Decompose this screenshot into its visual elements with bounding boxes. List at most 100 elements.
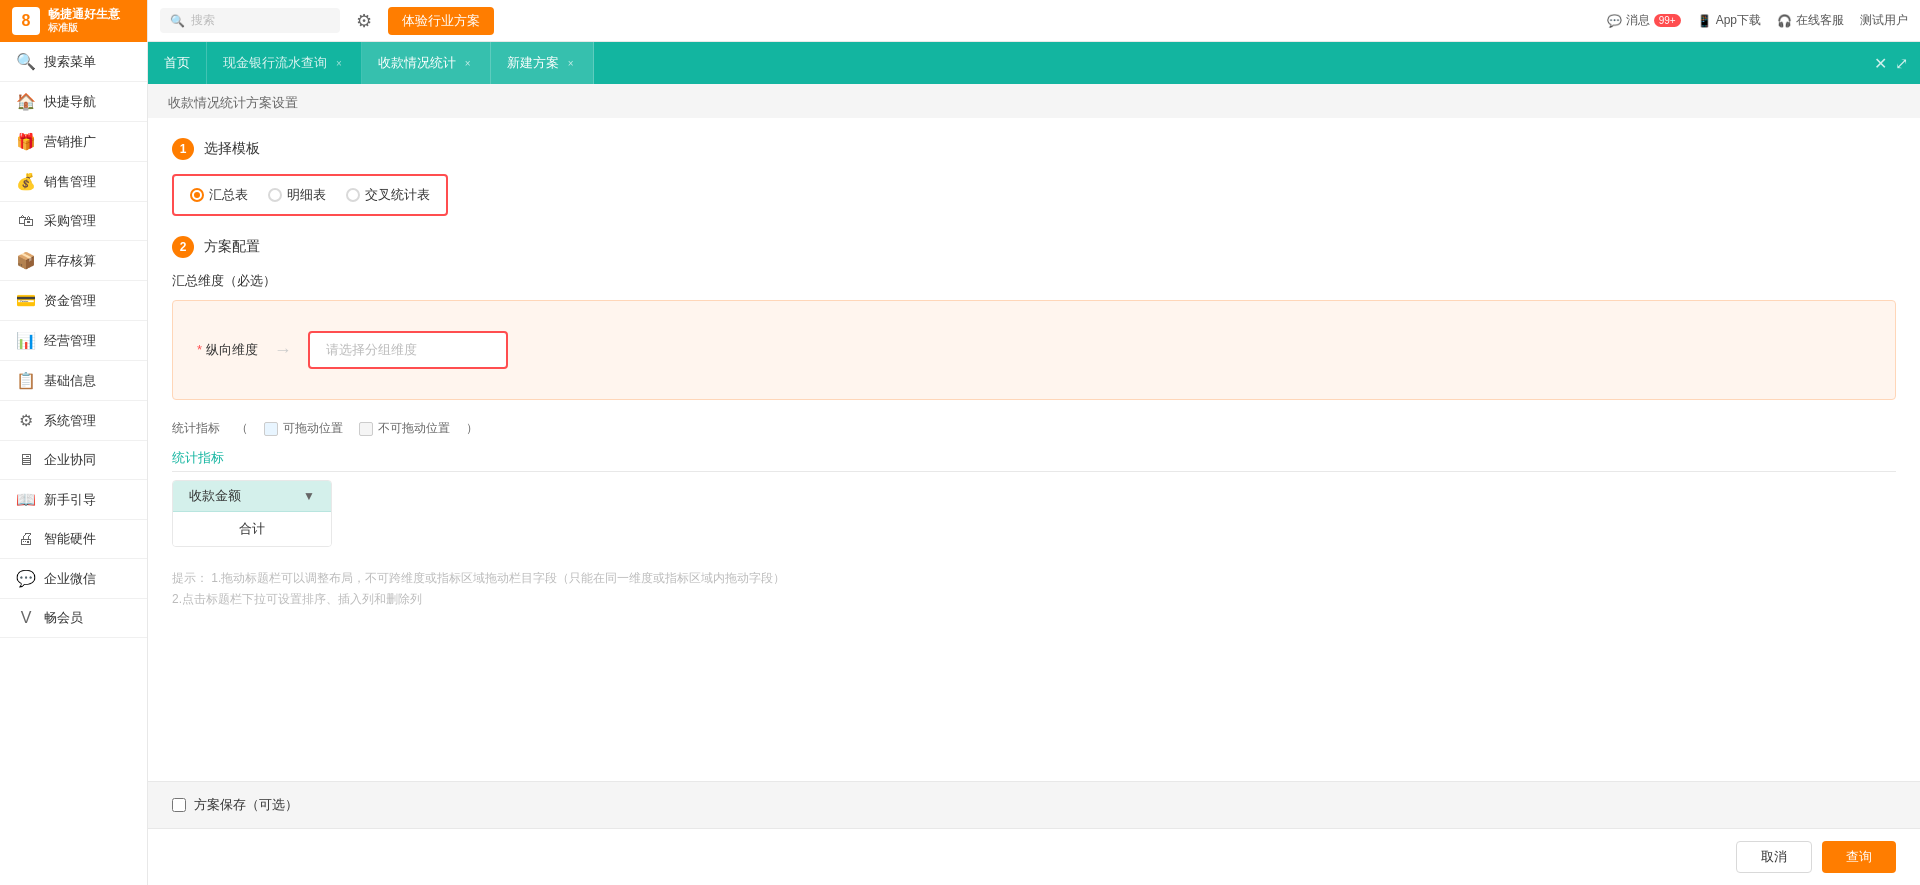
tab-collection[interactable]: 收款情况统计 × [362,42,491,84]
sidebar-item-collab[interactable]: 🖥 企业协同 [0,441,147,480]
step2-number: 2 [172,236,194,258]
save-checkbox[interactable] [172,798,186,812]
sidebar-item-marketing[interactable]: 🎁 营销推广 [0,122,147,162]
topbar-actions: 💬 消息 99+ 📱 App下载 🎧 在线客服 测试用户 [1607,12,1908,29]
sidebar-logo: 8 畅捷通好生意 标准版 [0,0,147,42]
save-section: 方案保存（可选） [148,781,1920,828]
industry-button[interactable]: 体验行业方案 [388,7,494,35]
step1-header: 1 选择模板 [172,138,1896,160]
step2-section: 2 方案配置 汇总维度（必选） * 纵向维度 → 请选择分组维度 [172,236,1896,608]
dimension-area: * 纵向维度 → 请选择分组维度 [172,300,1896,400]
member-icon: V [16,609,36,627]
metrics-section-title: 统计指标 [172,449,1896,472]
step1-title: 选择模板 [204,140,260,158]
dimension-selector[interactable]: 请选择分组维度 [308,331,508,369]
sidebar-item-nav[interactable]: 🏠 快捷导航 [0,82,147,122]
metrics-table: 收款金额 ▼ 合计 [172,480,332,547]
dimension-arrow-icon: → [274,340,292,361]
metrics-legend-title: 统计指标 [172,420,220,437]
tab-close-icon[interactable]: ✕ [1874,54,1887,73]
search-bar[interactable]: 🔍 搜索 [160,8,340,33]
tab-cash-flow[interactable]: 现金银行流水查询 × [207,42,362,84]
radio-cross-circle [346,188,360,202]
search-icon: 🔍 [16,52,36,71]
search-placeholder: 搜索 [191,12,215,29]
basic-icon: 📋 [16,371,36,390]
navtabs: 首页 现金银行流水查询 × 收款情况统计 × 新建方案 × ✕ ⤢ [148,42,1920,84]
guide-icon: 📖 [16,490,36,509]
metrics-section: 统计指标（ 可拖动位置 不可拖动位置 ） 统计指标 收款金额 [172,420,1896,550]
sidebar-item-label: 采购管理 [44,212,96,230]
legend-fixed: 不可拖动位置 [359,420,450,437]
collab-icon: 🖥 [16,451,36,469]
gift-icon: 🎁 [16,132,36,151]
step2-header: 2 方案配置 [172,236,1896,258]
sidebar-item-system[interactable]: ⚙ 系统管理 [0,401,147,441]
finance-icon: 💳 [16,291,36,310]
sidebar-item-label: 企业协同 [44,451,96,469]
tab-new-plan-close[interactable]: × [565,57,577,70]
sidebar-item-hardware[interactable]: 🖨 智能硬件 [0,520,147,559]
service-action[interactable]: 🎧 在线客服 [1777,12,1844,29]
settings-icon[interactable]: ⚙ [356,10,372,32]
sidebar-item-label: 快捷导航 [44,93,96,111]
content-area: 收款情况统计方案设置 1 选择模板 汇总表 [148,84,1920,885]
query-button[interactable]: 查询 [1822,841,1896,873]
tab-expand-icon[interactable]: ⤢ [1895,54,1908,73]
radio-detail-label: 明细表 [287,186,326,204]
logo-icon: 8 [12,7,40,35]
tab-home-label: 首页 [164,54,190,72]
legend-draggable-label: 可拖动位置 [283,420,343,437]
sidebar-item-label: 畅会员 [44,609,83,627]
message-icon: 💬 [1607,14,1622,28]
sidebar-item-label: 系统管理 [44,412,96,430]
tab-cash-flow-close[interactable]: × [333,57,345,70]
download-action[interactable]: 📱 App下载 [1697,12,1761,29]
tab-collection-close[interactable]: × [462,57,474,70]
dimension-placeholder: 请选择分组维度 [326,342,417,357]
sidebar-item-basic[interactable]: 📋 基础信息 [0,361,147,401]
sidebar-item-finance[interactable]: 💳 资金管理 [0,281,147,321]
tab-new-plan[interactable]: 新建方案 × [491,42,594,84]
metrics-dropdown-icon[interactable]: ▼ [303,489,315,503]
bottom-bar: 取消 查询 [148,828,1920,885]
logo-name: 畅捷通好生意 [48,7,120,21]
radio-detail-circle [268,188,282,202]
sidebar-item-sales[interactable]: 💰 销售管理 [0,162,147,202]
sidebar-item-wechat[interactable]: 💬 企业微信 [0,559,147,599]
sidebar: 8 畅捷通好生意 标准版 🔍 搜索菜单 🏠 快捷导航 🎁 营销推广 💰 销售管理… [0,0,148,885]
metrics-header[interactable]: 收款金额 ▼ [173,481,331,512]
sidebar-item-label: 营销推广 [44,133,96,151]
sidebar-item-management[interactable]: 📊 经营管理 [0,321,147,361]
sidebar-item-inventory[interactable]: 📦 库存核算 [0,241,147,281]
sidebar-item-purchase[interactable]: 🛍 采购管理 [0,202,147,241]
radio-cross[interactable]: 交叉统计表 [346,186,430,204]
legend-draggable: 可拖动位置 [264,420,343,437]
dimension-section-label: 汇总维度（必选） [172,272,1896,290]
logo-text-block: 畅捷通好生意 标准版 [48,7,120,35]
tab-home[interactable]: 首页 [148,42,207,84]
tab-new-plan-label: 新建方案 [507,54,559,72]
message-action[interactable]: 💬 消息 99+ [1607,12,1681,29]
user-name: 测试用户 [1860,12,1908,29]
sidebar-item-guide[interactable]: 📖 新手引导 [0,480,147,520]
page-header: 收款情况统计方案设置 [148,84,1920,118]
logo-version: 标准版 [48,21,120,35]
radio-cross-label: 交叉统计表 [365,186,430,204]
sidebar-item-member[interactable]: V 畅会员 [0,599,147,638]
radio-summary[interactable]: 汇总表 [190,186,248,204]
tab-collection-label: 收款情况统计 [378,54,456,72]
cancel-button[interactable]: 取消 [1736,841,1812,873]
sales-icon: 💰 [16,172,36,191]
service-icon: 🎧 [1777,14,1792,28]
sidebar-item-search[interactable]: 🔍 搜索菜单 [0,42,147,82]
sidebar-item-label: 销售管理 [44,173,96,191]
user-action[interactable]: 测试用户 [1860,12,1908,29]
step2-title: 方案配置 [204,238,260,256]
dimension-title: 汇总维度（必选） [172,273,276,288]
management-icon: 📊 [16,331,36,350]
radio-summary-label: 汇总表 [209,186,248,204]
navtabs-actions: ✕ ⤢ [1862,42,1920,84]
radio-detail[interactable]: 明细表 [268,186,326,204]
sidebar-item-label: 新手引导 [44,491,96,509]
